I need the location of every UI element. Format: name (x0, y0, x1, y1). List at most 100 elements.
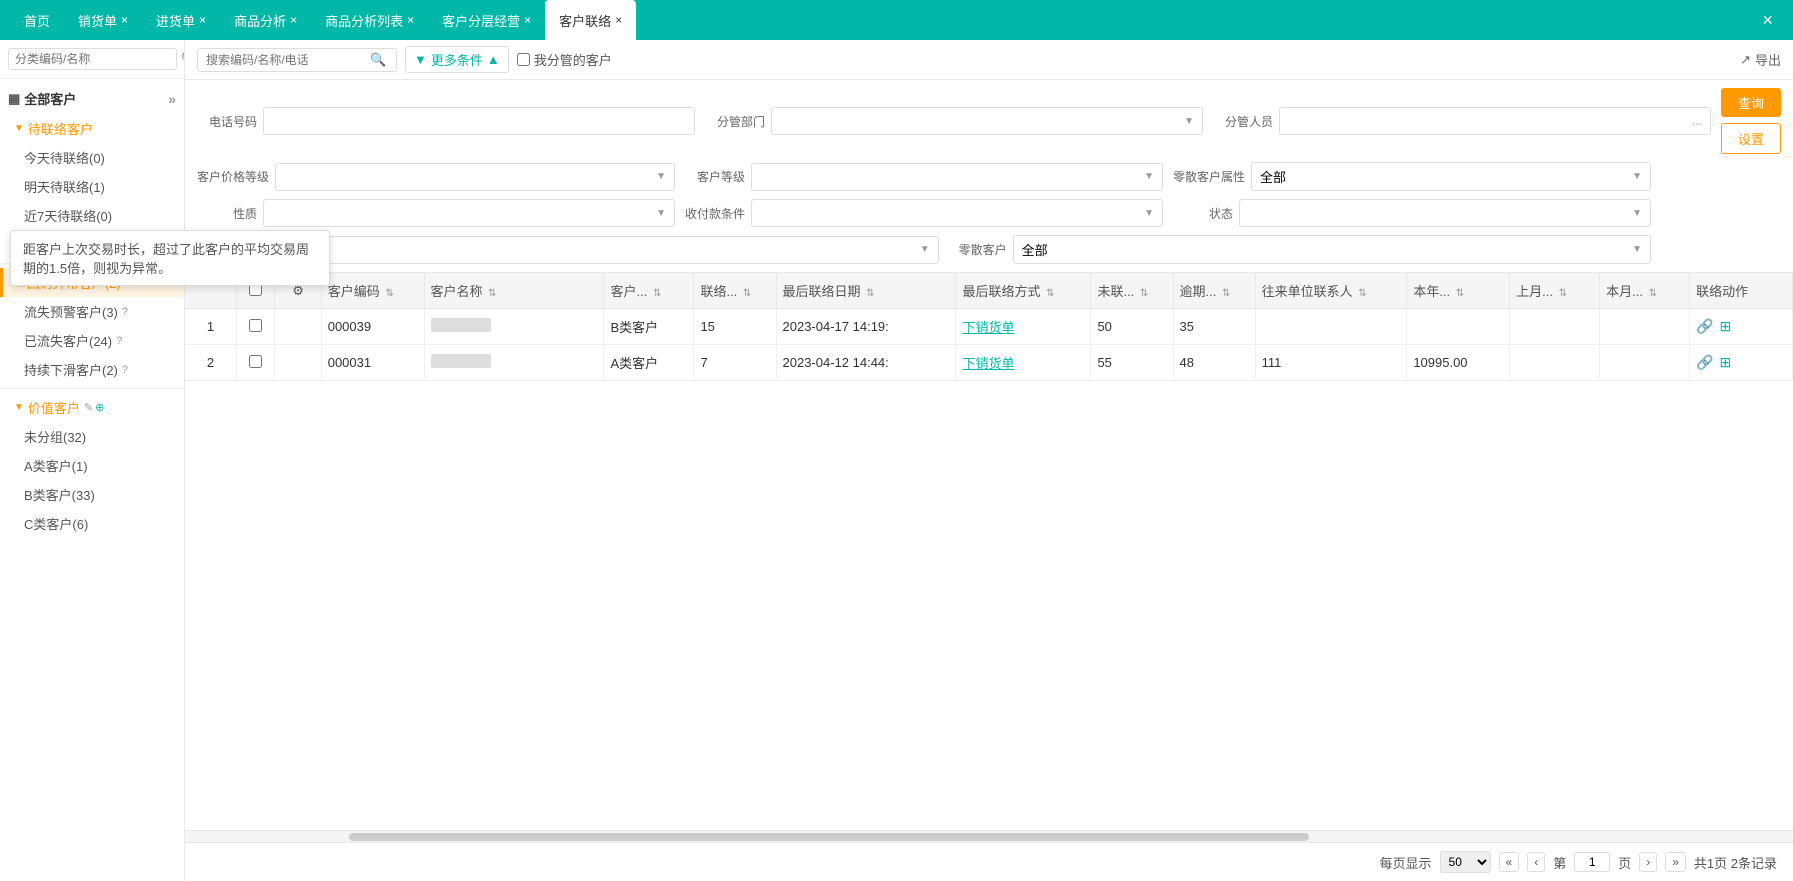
grid-icon-2[interactable]: ⊞ (1720, 354, 1732, 371)
col-header-year[interactable]: 本年... ⇅ (1407, 273, 1510, 309)
scrollbar-thumb[interactable] (349, 833, 1309, 841)
sidebar-item-today[interactable]: 今天待联络(0) (0, 143, 184, 172)
sidebar-item-declining[interactable]: 持续下滑客户(2) ? (0, 355, 184, 384)
col-header-overdue[interactable]: 逾期... ⇅ (1173, 273, 1255, 309)
filter-dept-select[interactable]: ▼ (771, 107, 1203, 135)
last-page-btn[interactable]: » (1665, 852, 1686, 872)
col-header-liaison[interactable]: 往来单位联系人 ⇅ (1255, 273, 1407, 309)
method-link-1[interactable]: 下销货单 (962, 320, 1014, 335)
sidebar-item-ungroup[interactable]: 未分组(32) (0, 422, 184, 451)
cell-thismonth-2 (1600, 345, 1690, 381)
nav-close-customer-segment[interactable]: × (524, 13, 531, 27)
chevron-down-icon-type: ▼ (920, 244, 930, 255)
sidebar-search-input[interactable] (8, 48, 177, 70)
nav-home[interactable]: 首页 (10, 0, 64, 40)
next-page-btn[interactable]: › (1639, 852, 1657, 872)
filter-row-2: 客户价格等级 ▼ 客户等级 ▼ 零散客户属性 全部 (197, 162, 1781, 191)
nav-customer-contact[interactable]: 客户联络 × (545, 0, 636, 40)
filter-customer-level-select[interactable]: ▼ (751, 163, 1163, 191)
filter-price-level-select[interactable]: ▼ (275, 163, 675, 191)
sidebar-value-customer-title[interactable]: ▼ 价值客户 ✎ ⊕ (0, 393, 184, 422)
sidebar-item-class-b[interactable]: B类客户(33) (0, 480, 184, 509)
sidebar-item-class-c[interactable]: C类客户(6) (0, 509, 184, 538)
grid-icon-1[interactable]: ⊞ (1720, 318, 1732, 335)
nav-close-sales[interactable]: × (121, 13, 128, 27)
sidebar-all-customers[interactable]: ▦ 全部客户 » (0, 83, 184, 114)
link-icon-2[interactable]: 🔗 (1696, 354, 1713, 371)
col-header-method[interactable]: 最后联络方式 ⇅ (956, 273, 1091, 309)
window-close-button[interactable]: × (1752, 10, 1783, 31)
sidebar-item-class-a[interactable]: A类客户(1) (0, 451, 184, 480)
sidebar-item-churned[interactable]: 已流失客户(24) ? (0, 326, 184, 355)
col-header-code[interactable]: 客户编码 ⇅ (321, 273, 424, 309)
nav-close-customer-contact[interactable]: × (615, 13, 622, 27)
col-header-lastmonth[interactable]: 上月... ⇅ (1510, 273, 1600, 309)
page-input[interactable] (1574, 852, 1610, 872)
col-header-uncontact[interactable]: 未联... ⇅ (1091, 273, 1173, 309)
edit-icon[interactable]: ✎ (84, 401, 93, 414)
per-page-label: 每页显示 (1380, 853, 1432, 872)
filter-retail-attr-label: 零散客户属性 (1173, 168, 1245, 185)
nav-close-product-list[interactable]: × (407, 13, 414, 27)
row-checkbox-1[interactable] (249, 319, 262, 332)
filter-person: 分管人员 ... (1213, 107, 1711, 135)
filter-status-label: 状态 (1173, 205, 1233, 222)
help-icon-3[interactable]: ? (122, 364, 128, 376)
col-header-name[interactable]: 客户名称 ⇅ (424, 273, 604, 309)
filter-payment-select[interactable]: ▼ (751, 199, 1163, 227)
sidebar-item-7days[interactable]: 近7天待联络(0) (0, 201, 184, 230)
filter-phone-label: 电话号码 (197, 113, 257, 130)
col-header-contact[interactable]: 联络... ⇅ (694, 273, 776, 309)
table-container[interactable]: ⚙ 客户编码 ⇅ 客户名称 ⇅ 客户... (185, 273, 1793, 830)
cell-name-2 (424, 345, 604, 381)
row-checkbox-2[interactable] (249, 355, 262, 368)
filter-search-box: 🔍 (197, 48, 397, 72)
nav-customer-segment[interactable]: 客户分层经营 × (428, 0, 545, 40)
per-page-select[interactable]: 50 100 200 (1440, 851, 1491, 873)
sidebar-pending-title[interactable]: ▼ 待联络客户 (0, 114, 184, 143)
filter-search-icon[interactable]: 🔍 (370, 52, 386, 68)
filter-more-btn[interactable]: ▼ 更多条件 ▲ (405, 46, 509, 73)
help-icon-2[interactable]: ? (116, 335, 122, 347)
chevron-down-icon-payment: ▼ (1144, 208, 1154, 219)
help-icon-1[interactable]: ? (122, 306, 128, 318)
query-button[interactable]: 查询 (1721, 88, 1781, 117)
filter-status-select[interactable]: ▼ (1239, 199, 1651, 227)
sort-icon-date: ⇅ (866, 288, 874, 299)
col-header-type[interactable]: 客户... ⇅ (604, 273, 694, 309)
cell-year-2: 10995.00 (1407, 345, 1510, 381)
nav-product-list[interactable]: 商品分析列表 × (311, 0, 428, 40)
filter-phone-input[interactable] (263, 107, 695, 135)
nav-close-purchase[interactable]: × (199, 13, 206, 27)
method-link-2[interactable]: 下销货单 (962, 356, 1014, 371)
my-customers-checkbox[interactable] (517, 53, 530, 66)
filter-nature-select[interactable]: ▼ (263, 199, 675, 227)
horizontal-scrollbar[interactable] (185, 830, 1793, 842)
col-header-thismonth[interactable]: 本月... ⇅ (1600, 273, 1690, 309)
pagination-bar: 每页显示 50 100 200 « ‹ 第 页 › » 共1页 2条记录 (185, 842, 1793, 881)
add-icon[interactable]: ⊕ (95, 401, 104, 414)
cell-gear-1 (275, 309, 321, 345)
sidebar-collapse-btn[interactable]: » (168, 91, 176, 107)
filter-person-select[interactable]: ... (1279, 107, 1711, 135)
nav-purchase[interactable]: 进货单 × (142, 0, 220, 40)
nav-sales[interactable]: 销货单 × (64, 0, 142, 40)
export-button[interactable]: ↗ 导出 (1740, 50, 1781, 69)
sidebar-item-churn-warning[interactable]: 流失预警客户(3) ? (0, 297, 184, 326)
nav-close-product-analysis[interactable]: × (290, 13, 297, 27)
sidebar-search-bar: 🔍 (0, 40, 184, 79)
sidebar-item-tomorrow[interactable]: 明天待联络(1) (0, 172, 184, 201)
settings-button[interactable]: 设置 (1721, 123, 1781, 154)
filter-retail-customer-select[interactable]: 全部 ▼ (1013, 235, 1651, 264)
col-header-date[interactable]: 最后联络日期 ⇅ (776, 273, 956, 309)
link-icon-1[interactable]: 🔗 (1696, 318, 1713, 335)
nav-product-analysis[interactable]: 商品分析 × (220, 0, 311, 40)
filter-customer-type-select[interactable]: ▼ (300, 236, 938, 264)
my-customers-checkbox-group: 我分管的客户 (517, 50, 612, 69)
filter-retail-attr-select[interactable]: 全部 ▼ (1251, 162, 1651, 191)
filter-payment-label: 收付款条件 (685, 205, 745, 222)
action-icons-1: 🔗 ⊞ (1696, 318, 1786, 335)
filter-search-input[interactable] (206, 53, 366, 67)
prev-page-btn[interactable]: ‹ (1527, 852, 1545, 872)
first-page-btn[interactable]: « (1499, 852, 1520, 872)
